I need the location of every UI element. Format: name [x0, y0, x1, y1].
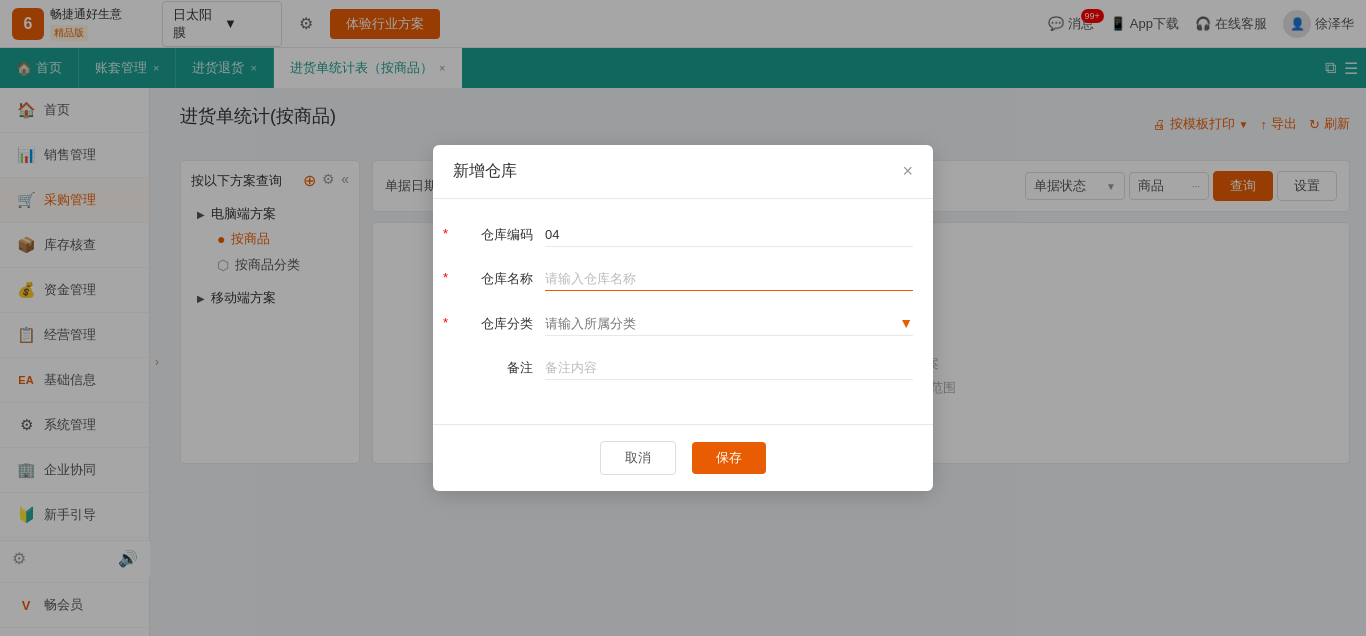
category-select[interactable]: ▼ [545, 311, 913, 336]
modal-footer: 取消 保存 [433, 424, 933, 491]
form-row-category: 仓库分类 ▼ [453, 311, 913, 336]
category-chevron-icon: ▼ [899, 315, 913, 331]
modal-overlay[interactable]: 新增仓库 × 仓库编码 仓库名称 仓库分类 ▼ [0, 0, 1366, 636]
modal-body: 仓库编码 仓库名称 仓库分类 ▼ 备注 [433, 199, 933, 424]
cancel-button[interactable]: 取消 [600, 441, 676, 475]
modal-close-button[interactable]: × [902, 161, 913, 182]
category-input[interactable] [545, 316, 899, 331]
name-label: 仓库名称 [453, 270, 533, 288]
add-warehouse-modal: 新增仓库 × 仓库编码 仓库名称 仓库分类 ▼ [433, 145, 933, 491]
category-label: 仓库分类 [453, 315, 533, 333]
modal-header: 新增仓库 × [433, 145, 933, 199]
form-row-code: 仓库编码 [453, 223, 913, 247]
name-input[interactable] [545, 267, 913, 291]
code-label: 仓库编码 [453, 226, 533, 244]
form-row-note: 备注 [453, 356, 913, 380]
note-input[interactable] [545, 356, 913, 380]
note-label: 备注 [453, 359, 533, 377]
save-button[interactable]: 保存 [692, 442, 766, 474]
modal-title: 新增仓库 [453, 161, 517, 182]
form-row-name: 仓库名称 [453, 267, 913, 291]
code-input[interactable] [545, 223, 913, 247]
